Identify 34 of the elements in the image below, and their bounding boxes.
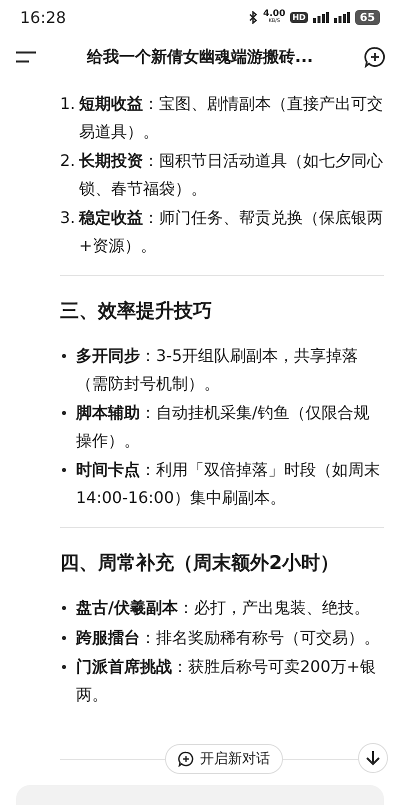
status-time: 16:28 xyxy=(20,8,66,26)
section-heading: 三、效率提升技巧 xyxy=(60,299,213,324)
list-item-text: 短期收益：宝图、剧情副本（直接产出可交易道具）。 xyxy=(79,93,384,142)
list-item-text: 稳定收益：师门任务、帮贡兑换（保底银两+资源）。 xyxy=(79,207,384,256)
new-chat-button[interactable]: 开启新对话 xyxy=(165,744,283,774)
section-heading: 四、周常补充（周末额外2小时） xyxy=(60,551,340,576)
bullet-icon xyxy=(62,411,66,415)
bluetooth-icon xyxy=(249,10,258,24)
bullet-icon xyxy=(62,354,66,358)
arrow-down-icon xyxy=(366,750,380,766)
new-chat-icon xyxy=(178,751,194,767)
list-item-text: 时间卡点：利用「双倍掉落」时段（如周末14:00-16:00）集中刷副本。 xyxy=(76,459,381,508)
scroll-down-button[interactable] xyxy=(358,743,388,773)
bullet-icon xyxy=(62,606,66,610)
list-number: 1. xyxy=(60,93,76,115)
bullet-icon xyxy=(62,468,66,472)
list-item-text: 脚本辅助：自动挂机采集/钓鱼（仅限合规操作）。 xyxy=(76,402,370,452)
list-item-text: 门派首席挑战：获胜后称号可卖200万+银两。 xyxy=(76,656,377,706)
bullet-icon xyxy=(62,636,66,640)
list-item-text: 跨服擂台：排名奖励稀有称号（可交易）。 xyxy=(76,626,381,648)
signal-icon xyxy=(312,12,329,22)
new-chat-icon[interactable] xyxy=(364,46,386,68)
list-item-text: 盘古/伏羲副本：必打，产出鬼装、绝技。 xyxy=(76,597,371,619)
list-number: 2. xyxy=(60,150,76,172)
menu-icon xyxy=(16,51,36,63)
network-speed: 4.00 xyxy=(263,10,286,19)
battery-indicator: 65 xyxy=(354,10,380,24)
list-item-text: 长期投资：囤积节日活动道具（如七夕同心锁、春节福袋）。 xyxy=(79,150,384,200)
chat-title: 给我一个新倩女幽魂端游搬砖... xyxy=(86,46,314,68)
bullet-icon xyxy=(62,665,66,669)
signal-icon xyxy=(334,12,350,22)
list-number: 3. xyxy=(60,207,76,229)
list-item-text: 多开同步：3-5开组队刷副本，共享掉落（需防封号机制）。 xyxy=(76,345,360,394)
hd-indicator: HD xyxy=(290,12,308,22)
